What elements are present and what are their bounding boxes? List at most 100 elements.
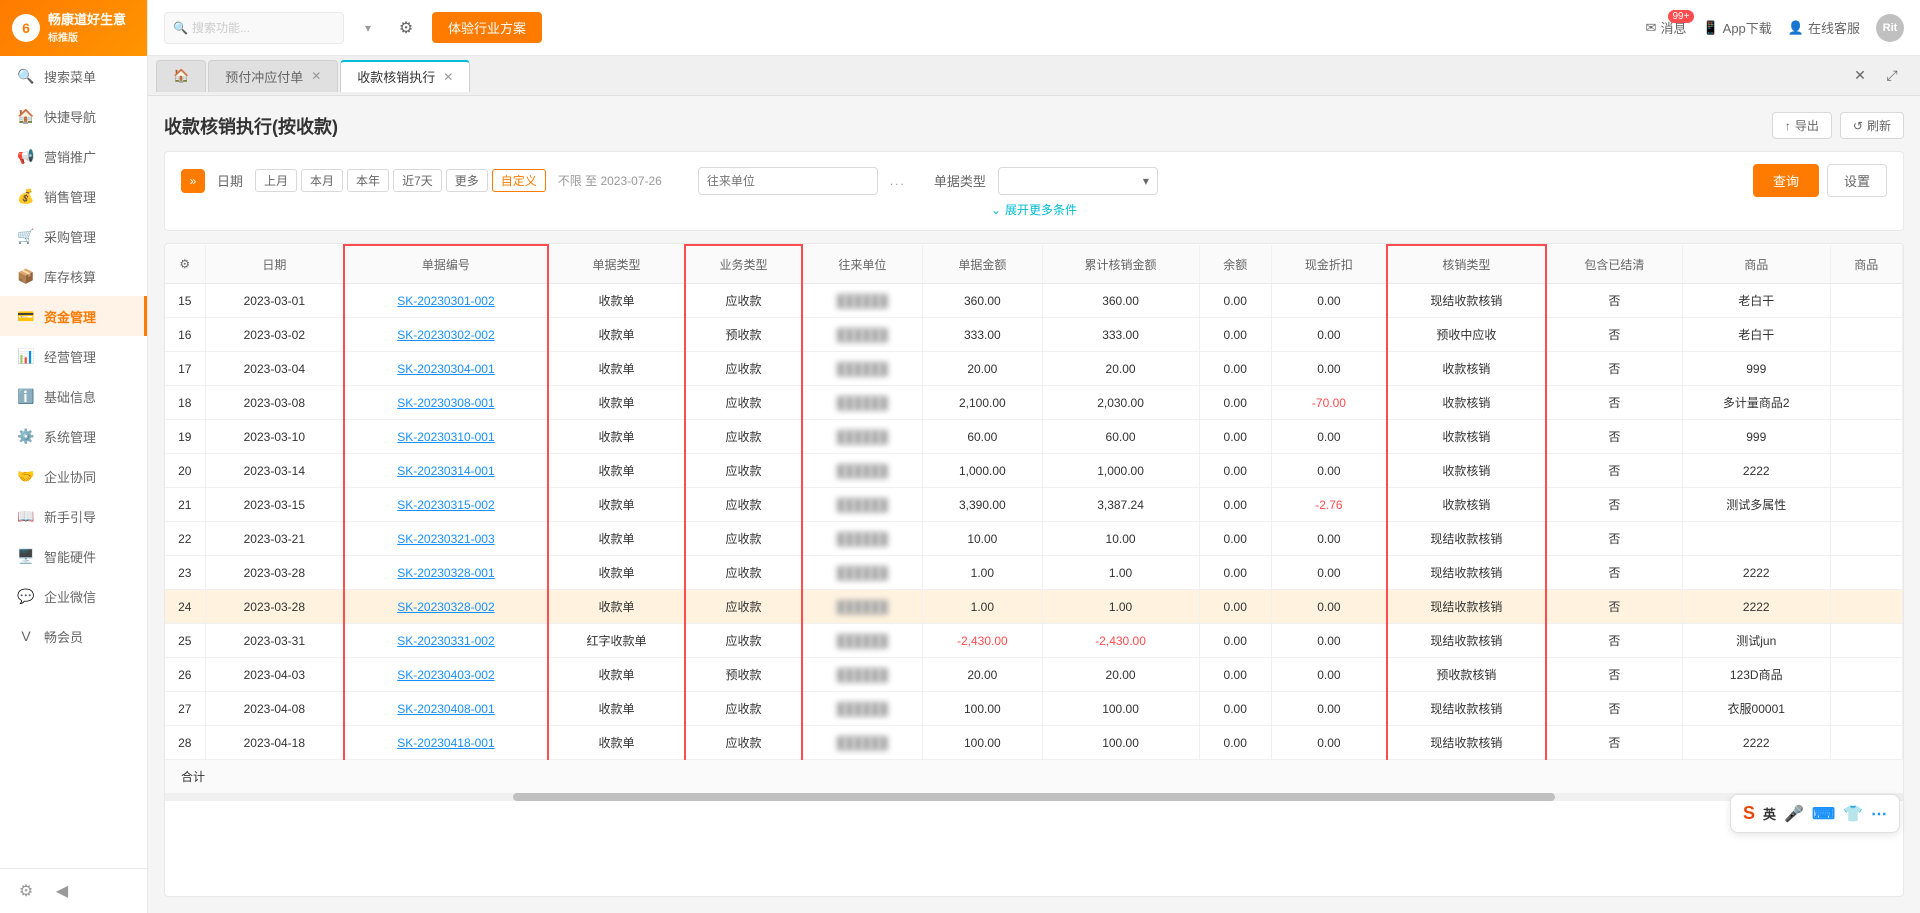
topbar-gear-icon[interactable]: ⚙ bbox=[392, 14, 420, 42]
date-btn-custom[interactable]: 自定义 bbox=[492, 169, 546, 192]
col-header-settled[interactable]: 包含已结清 bbox=[1546, 245, 1683, 284]
voucher-link[interactable]: SK-20230310-001 bbox=[397, 430, 494, 444]
date-btn-more[interactable]: 更多 bbox=[446, 169, 488, 192]
sidebar-item-hardware[interactable]: 🖥️ 智能硬件 bbox=[0, 536, 147, 576]
settings-icon[interactable]: ⚙ bbox=[12, 877, 40, 905]
logo-sub: 标推版 bbox=[48, 29, 126, 44]
sidebar-item-guide[interactable]: 📖 新手引导 bbox=[0, 496, 147, 536]
industry-solution-btn[interactable]: 体验行业方案 bbox=[432, 12, 542, 43]
counterpart-value: ██████ bbox=[837, 600, 888, 614]
col-header-amount[interactable]: 单据金额 bbox=[923, 245, 1042, 284]
voucher-link[interactable]: SK-20230314-001 bbox=[397, 464, 494, 478]
col-header-voucher-no[interactable]: 单据编号 bbox=[344, 245, 548, 284]
sidebar-item-search[interactable]: 🔍 搜索菜单 bbox=[0, 56, 147, 96]
tab-expand-icon[interactable]: ⤢ bbox=[1880, 64, 1904, 88]
voucher-link[interactable]: SK-20230301-002 bbox=[397, 294, 494, 308]
tab-payable[interactable]: 预付冲应付单 ✕ bbox=[208, 60, 338, 92]
cell-biz-type: 应收款 bbox=[685, 420, 801, 454]
cell-balance: 0.00 bbox=[1199, 522, 1271, 556]
voucher-link[interactable]: SK-20230304-001 bbox=[397, 362, 494, 376]
cell-biz-type: 应收款 bbox=[685, 692, 801, 726]
cell-amount: 10.00 bbox=[923, 522, 1042, 556]
cell-discount: 0.00 bbox=[1271, 726, 1387, 760]
export-btn[interactable]: ↑ 导出 bbox=[1772, 112, 1832, 139]
voucher-link[interactable]: SK-20230408-001 bbox=[397, 702, 494, 716]
voucher-link[interactable]: SK-20230418-001 bbox=[397, 736, 494, 750]
date-btn-this-month[interactable]: 本月 bbox=[301, 169, 343, 192]
tab-close-all-icon[interactable]: ✕ bbox=[1848, 64, 1872, 88]
corner-shirt-icon[interactable]: 👕 bbox=[1843, 804, 1863, 824]
collapse-icon[interactable]: ◀ bbox=[48, 877, 76, 905]
more-filters-dots[interactable]: ... bbox=[890, 174, 906, 188]
cell-discount: 0.00 bbox=[1271, 318, 1387, 352]
col-header-write-off-type[interactable]: 核销类型 bbox=[1387, 245, 1546, 284]
col-header-date[interactable]: 日期 bbox=[205, 245, 344, 284]
scrollbar[interactable] bbox=[165, 793, 1903, 801]
voucher-type-select[interactable]: ▾ bbox=[998, 167, 1158, 195]
voucher-link[interactable]: SK-20230403-002 bbox=[397, 668, 494, 682]
col-header-biz-type[interactable]: 业务类型 bbox=[685, 245, 801, 284]
date-btn-this-year[interactable]: 本年 bbox=[347, 169, 389, 192]
user-avatar[interactable]: Rit bbox=[1876, 14, 1904, 42]
sidebar-item-sales[interactable]: 💰 销售管理 bbox=[0, 176, 147, 216]
voucher-link[interactable]: SK-20230328-001 bbox=[397, 566, 494, 580]
cell-product: 999 bbox=[1682, 352, 1830, 386]
cell-date: 2023-04-08 bbox=[205, 692, 344, 726]
sidebar-item-system[interactable]: ⚙️ 系统管理 bbox=[0, 416, 147, 456]
sidebar-item-wechat[interactable]: 💬 企业微信 bbox=[0, 576, 147, 616]
col-header-product2[interactable]: 商品 bbox=[1830, 245, 1902, 284]
sidebar-label-corp: 企业协同 bbox=[44, 467, 96, 486]
online-service-btn[interactable]: 👤 在线客服 bbox=[1788, 18, 1860, 37]
col-header-gear[interactable]: ⚙ bbox=[165, 245, 205, 284]
refresh-btn[interactable]: ↺ 刷新 bbox=[1840, 112, 1904, 139]
col-header-product[interactable]: 商品 bbox=[1682, 245, 1830, 284]
voucher-link[interactable]: SK-20230315-002 bbox=[397, 498, 494, 512]
tab-home[interactable]: 🏠 bbox=[156, 60, 206, 92]
voucher-link[interactable]: SK-20230328-002 bbox=[397, 600, 494, 614]
col-header-balance[interactable]: 余额 bbox=[1199, 245, 1271, 284]
corner-more-icon[interactable]: ⋯ bbox=[1871, 804, 1887, 824]
sidebar-label-finance: 资金管理 bbox=[44, 307, 96, 326]
voucher-link[interactable]: SK-20230302-002 bbox=[397, 328, 494, 342]
sidebar-item-finance[interactable]: 💳 资金管理 bbox=[0, 296, 147, 336]
tab-receipt-close[interactable]: ✕ bbox=[443, 70, 453, 84]
cell-product2 bbox=[1830, 386, 1902, 420]
date-btn-last-month[interactable]: 上月 bbox=[255, 169, 297, 192]
corner-mic-icon[interactable]: 🎤 bbox=[1784, 804, 1804, 824]
cell-amount: 333.00 bbox=[923, 318, 1042, 352]
tab-payable-label: 预付冲应付单 bbox=[225, 67, 303, 86]
cell-voucher-no: SK-20230304-001 bbox=[344, 352, 548, 386]
corner-keyboard-icon[interactable]: ⌨ bbox=[1812, 804, 1835, 824]
voucher-link[interactable]: SK-20230308-001 bbox=[397, 396, 494, 410]
filter-expand-btn[interactable]: ⌄ 展开更多条件 bbox=[991, 201, 1077, 218]
sidebar-item-inventory[interactable]: 📦 库存核算 bbox=[0, 256, 147, 296]
col-header-accum[interactable]: 累计核销金额 bbox=[1042, 245, 1199, 284]
cell-seq: 21 bbox=[165, 488, 205, 522]
topbar-dropdown[interactable]: ▾ bbox=[356, 16, 380, 40]
tab-payable-close[interactable]: ✕ bbox=[311, 69, 321, 83]
sidebar-item-basics[interactable]: ℹ️ 基础信息 bbox=[0, 376, 147, 416]
cell-balance: 0.00 bbox=[1199, 454, 1271, 488]
sidebar-item-corp[interactable]: 🤝 企业协同 bbox=[0, 456, 147, 496]
col-header-discount[interactable]: 现金折扣 bbox=[1271, 245, 1387, 284]
sidebar-item-operations[interactable]: 📊 经营管理 bbox=[0, 336, 147, 376]
voucher-link[interactable]: SK-20230321-003 bbox=[397, 532, 494, 546]
topbar-search[interactable]: 🔍 搜索功能... bbox=[164, 12, 344, 44]
sidebar-item-member[interactable]: V 畅会员 bbox=[0, 616, 147, 656]
app-download-btn[interactable]: 📱 App下载 bbox=[1702, 18, 1771, 37]
tab-receipt-exec[interactable]: 收款核销执行 ✕ bbox=[340, 60, 470, 92]
sidebar-item-purchase[interactable]: 🛒 采购管理 bbox=[0, 216, 147, 256]
date-btn-7days[interactable]: 近7天 bbox=[393, 169, 442, 192]
voucher-link[interactable]: SK-20230331-002 bbox=[397, 634, 494, 648]
table-row: 16 2023-03-02 SK-20230302-002 收款单 预收款 ██… bbox=[165, 318, 1903, 352]
sidebar-item-marketing[interactable]: 📢 营销推广 bbox=[0, 136, 147, 176]
notifications-btn[interactable]: ✉ 消息 99+ bbox=[1646, 18, 1687, 37]
counterpart-input[interactable] bbox=[698, 167, 878, 195]
query-btn[interactable]: 查询 bbox=[1753, 164, 1819, 197]
col-header-counterpart[interactable]: 往来单位 bbox=[802, 245, 923, 284]
filter-collapse-btn[interactable]: » bbox=[181, 169, 205, 193]
col-header-voucher-type[interactable]: 单据类型 bbox=[548, 245, 686, 284]
sidebar-item-quicknav[interactable]: 🏠 快捷导航 bbox=[0, 96, 147, 136]
cell-biz-type: 应收款 bbox=[685, 386, 801, 420]
filter-settings-btn[interactable]: 设置 bbox=[1827, 164, 1887, 197]
